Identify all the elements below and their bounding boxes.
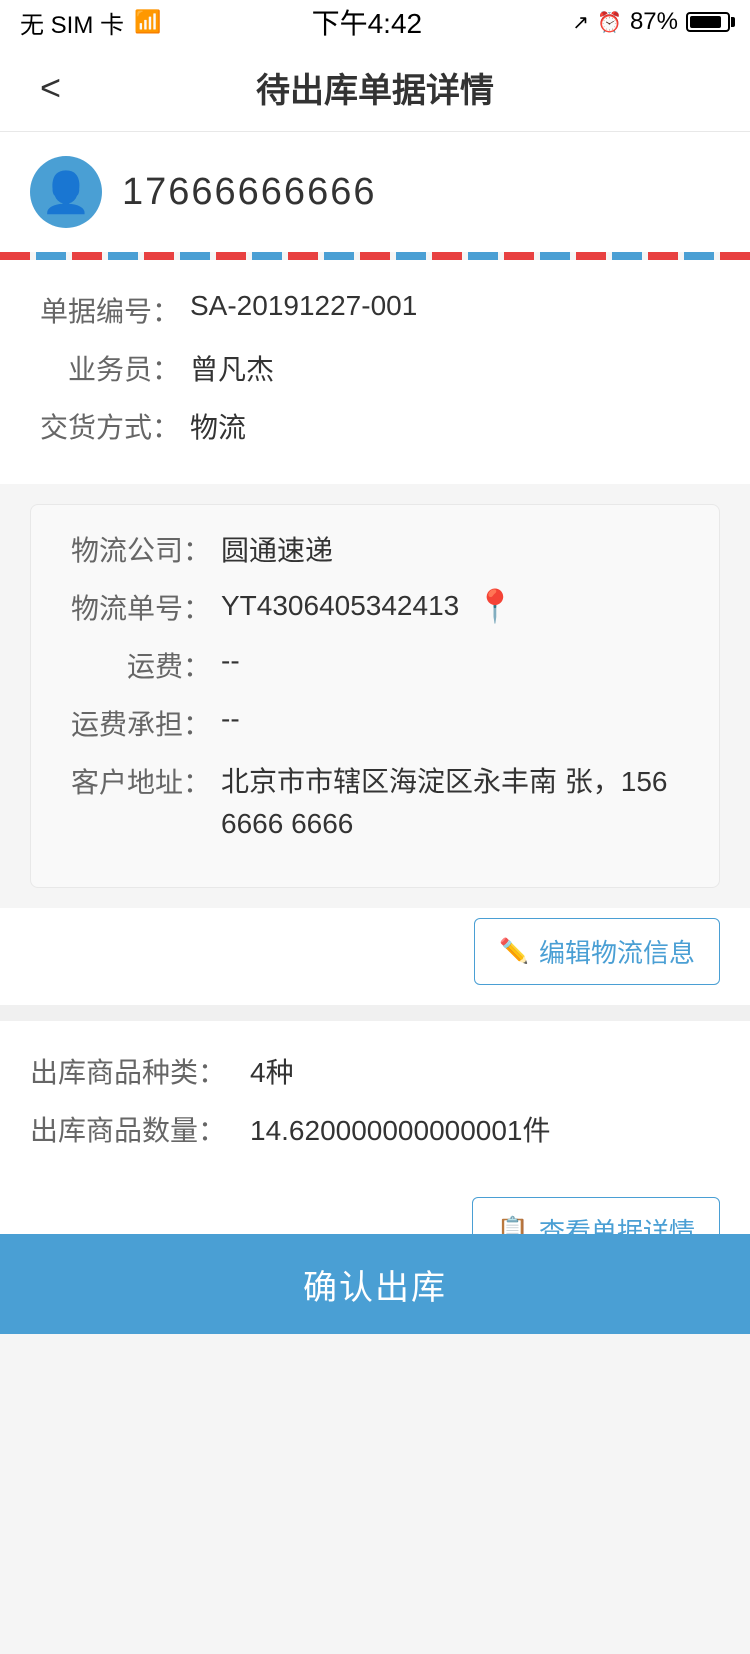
logistics-company-value: 圆通速递	[221, 529, 689, 569]
goods-quantity-row: 出库商品数量： 14.620000000000001件	[30, 1109, 720, 1149]
battery-indicator	[686, 12, 730, 32]
edit-logistics-button[interactable]: ✏️ 编辑物流信息	[474, 918, 720, 985]
freight-bearer-value: --	[221, 703, 689, 735]
dashed-divider	[0, 252, 750, 260]
goods-types-row: 出库商品种类： 4种	[30, 1051, 720, 1091]
goods-quantity-value: 14.620000000000001件	[250, 1109, 551, 1149]
document-number-label: 单据编号：	[30, 290, 190, 330]
freight-bearer-label: 运费承担：	[61, 703, 221, 743]
order-info-section: 单据编号： SA-20191227-001 业务员： 曾凡杰 交货方式： 物流	[0, 260, 750, 484]
freight-value: --	[221, 645, 689, 677]
logistics-company-row: 物流公司： 圆通速递	[61, 529, 689, 569]
user-icon: 👤	[41, 169, 91, 216]
tracking-number-text: YT4306405342413	[221, 590, 459, 622]
goods-types-label: 出库商品种类：	[30, 1051, 250, 1091]
location-status-icon: ↗	[572, 10, 589, 35]
address-label: 客户地址：	[61, 761, 221, 801]
confirm-btn-wrapper: 确认出库	[0, 1234, 750, 1334]
section-separator	[0, 1005, 750, 1021]
goods-types-value: 4种	[250, 1051, 294, 1091]
delivery-method-row: 交货方式： 物流	[30, 406, 720, 446]
edit-logistics-label: 编辑物流信息	[539, 933, 695, 970]
confirm-outbound-button[interactable]: 确认出库	[0, 1234, 750, 1334]
alarm-icon: ⏰	[597, 10, 622, 35]
back-button[interactable]: <	[30, 57, 71, 119]
delivery-method-label: 交货方式：	[30, 406, 190, 446]
logistics-company-label: 物流公司：	[61, 529, 221, 569]
page-title: 待出库单据详情	[256, 63, 494, 112]
sales-person-row: 业务员： 曾凡杰	[30, 348, 720, 388]
tracking-label: 物流单号：	[61, 587, 221, 627]
customer-header: 👤 17666666666	[0, 132, 750, 252]
customer-phone: 17666666666	[122, 171, 376, 214]
goods-section: 出库商品种类： 4种 出库商品数量： 14.620000000000001件	[0, 1021, 750, 1187]
map-pin-icon[interactable]: 📍	[475, 587, 515, 625]
nav-bar: < 待出库单据详情	[0, 44, 750, 132]
freight-label: 运费：	[61, 645, 221, 685]
avatar: 👤	[30, 156, 102, 228]
address-row: 客户地址： 北京市市辖区海淀区永丰南 张，156 6666 6666	[61, 761, 689, 845]
address-value: 北京市市辖区海淀区永丰南 张，156 6666 6666	[221, 761, 689, 845]
status-time: 下午4:42	[312, 2, 423, 42]
freight-bearer-row: 运费承担： --	[61, 703, 689, 743]
battery-fill	[690, 16, 721, 28]
tracking-value: YT4306405342413 📍	[221, 587, 689, 625]
status-bar: 无 SIM 卡 📶 下午4:42 ↗ ⏰ 87%	[0, 0, 750, 44]
logistics-card: 物流公司： 圆通速递 物流单号： YT4306405342413 📍 运费： -…	[30, 504, 720, 888]
status-right: ↗ ⏰ 87%	[572, 8, 730, 36]
tracking-number-row: 物流单号： YT4306405342413 📍	[61, 587, 689, 627]
status-left: 无 SIM 卡 📶	[20, 5, 161, 40]
sales-person-label: 业务员：	[30, 348, 190, 388]
content: 👤 17666666666 单据编号： SA-20191227-001 业务员：…	[0, 132, 750, 1654]
goods-quantity-label: 出库商品数量：	[30, 1109, 250, 1149]
battery-label: 87%	[630, 8, 678, 36]
edit-logistics-btn-row: ✏️ 编辑物流信息	[0, 908, 750, 1005]
wifi-icon: 📶	[134, 9, 161, 35]
sales-person-value: 曾凡杰	[190, 348, 720, 388]
freight-row: 运费： --	[61, 645, 689, 685]
carrier-label: 无 SIM 卡	[20, 5, 124, 40]
document-number-value: SA-20191227-001	[190, 290, 720, 322]
document-number-row: 单据编号： SA-20191227-001	[30, 290, 720, 330]
edit-icon: ✏️	[499, 937, 529, 966]
delivery-method-value: 物流	[190, 406, 720, 446]
